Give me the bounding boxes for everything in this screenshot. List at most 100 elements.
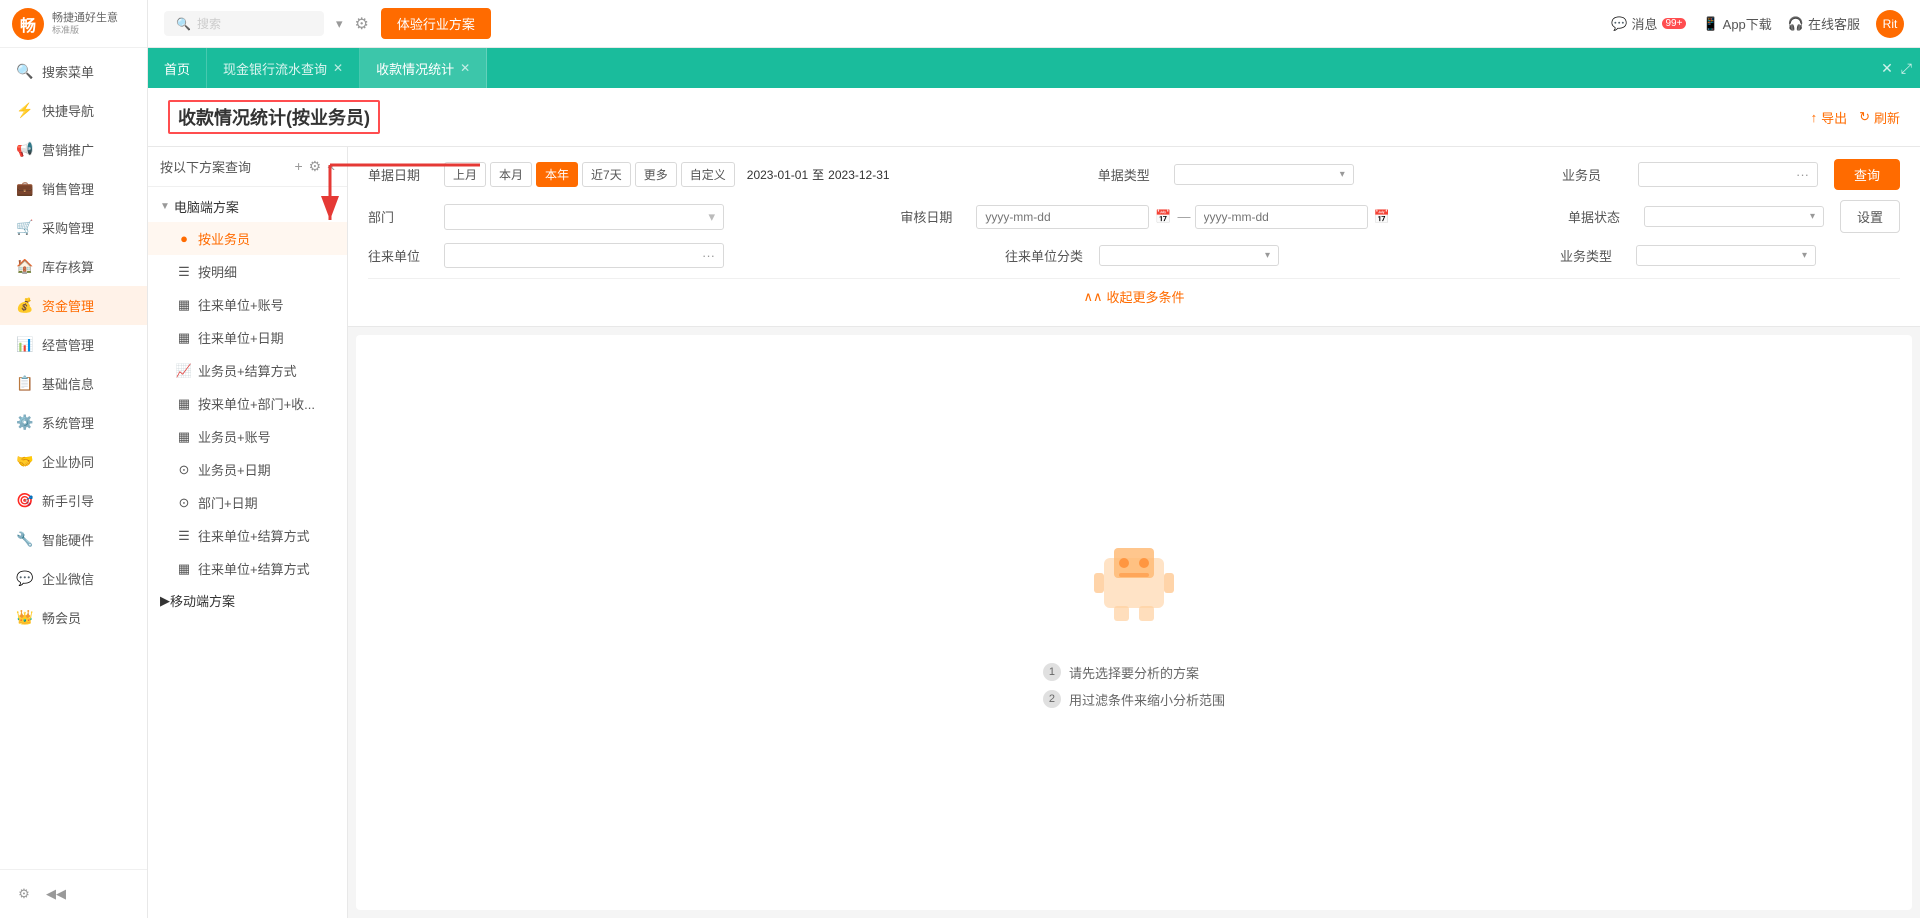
desktop-group-header[interactable]: ▼ 电脑端方案 [148, 191, 347, 222]
sidebar-item-operation[interactable]: 📊 经营管理 [0, 325, 147, 364]
mobile-group-header[interactable]: ▶ 移动端方案 [148, 585, 347, 616]
empty-state: 1 请先选择要分析的方案 2 用过滤条件来缩小分析范围 [356, 335, 1912, 910]
tab-bank[interactable]: 现金银行流水查询 ✕ [207, 48, 360, 88]
topbar-user-avatar[interactable]: Rit [1876, 10, 1904, 38]
hint-2: 2 用过滤条件来缩小分析范围 [1043, 690, 1225, 709]
topbar-message[interactable]: 💬 消息 99+ [1611, 14, 1686, 33]
date-btn-this-month[interactable]: 本月 [490, 162, 532, 187]
tab-close-bank[interactable]: ✕ [333, 62, 343, 74]
query-button[interactable]: 查询 [1834, 159, 1900, 190]
sidebar-item-finance[interactable]: 💰 资金管理 [0, 286, 147, 325]
tab-close-receipt[interactable]: ✕ [460, 62, 470, 74]
phone-icon: 📱 [1702, 16, 1718, 32]
biz-type-chevron [1802, 250, 1807, 261]
scheme-item-dept-date[interactable]: ⊙ 部门+日期 [148, 486, 347, 519]
topbar-right: 💬 消息 99+ 📱 App下载 🎧 在线客服 Rit [1611, 10, 1904, 38]
scheme-tree: ▼ 电脑端方案 ● 按业务员 ☰ 按明细 ▦ 往 [148, 187, 347, 620]
topbar-dropdown[interactable]: ▾ [336, 16, 343, 32]
doc-type-chevron [1340, 169, 1345, 180]
add-scheme-button[interactable]: + [294, 158, 302, 175]
tab-maximize[interactable]: ⤢ [1901, 60, 1912, 77]
sidebar-item-system[interactable]: ⚙️ 系统管理 [0, 403, 147, 442]
unit-more-icon[interactable]: ··· [702, 248, 715, 263]
sidebar-item-search[interactable]: 🔍 搜索菜单 [0, 52, 147, 91]
sidebar-item-warehouse[interactable]: 🏠 库存核算 [0, 247, 147, 286]
scheme-item-salesman-account[interactable]: ▦ 业务员+账号 [148, 420, 347, 453]
date-btn-7days[interactable]: 近7天 [582, 162, 631, 187]
sidebar-item-vip[interactable]: 👑 畅会员 [0, 598, 147, 637]
refresh-icon: ↻ [1859, 109, 1870, 125]
sidebar-footer: ⚙ ◀◀ [0, 869, 147, 918]
scheme-item-by-salesman[interactable]: ● 按业务员 [148, 222, 347, 255]
tab-home[interactable]: 首页 [148, 48, 207, 88]
biz-type-select[interactable] [1636, 245, 1816, 266]
clock2-icon: ⊙ [176, 495, 192, 511]
salesman-more-icon[interactable]: ··· [1796, 167, 1809, 182]
audit-date-to[interactable] [1195, 205, 1368, 229]
scheme-item-unit-date[interactable]: ▦ 往来单位+日期 [148, 321, 347, 354]
export-button[interactable]: ↑ 导出 [1811, 108, 1848, 127]
collapse-filter-bar[interactable]: ∧∧ 收起更多条件 [368, 278, 1900, 314]
dept-select[interactable] [444, 204, 724, 230]
scheme-item-salesman-date[interactable]: ⊙ 业务员+日期 [148, 453, 347, 486]
clock-icon: ⊙ [176, 462, 192, 478]
scheme-item-unit-dept[interactable]: ▦ 按来单位+部门+收... [148, 387, 347, 420]
refresh-button[interactable]: ↻ 刷新 [1859, 108, 1900, 127]
enterprise-icon: 🤝 [16, 453, 34, 471]
trial-button[interactable]: 体验行业方案 [381, 8, 491, 39]
unit-select[interactable]: ··· [444, 243, 724, 268]
sidebar-settings-icon[interactable]: ⚙ [12, 882, 36, 906]
sidebar-item-wechat[interactable]: 💬 企业微信 [0, 559, 147, 598]
sidebar-item-hardware[interactable]: 🔧 智能硬件 [0, 520, 147, 559]
page-title: 收款情况统计(按业务员) [168, 100, 380, 134]
sidebar-collapse-icon[interactable]: ◀◀ [44, 882, 68, 906]
scheme-settings-icon[interactable]: ⚙ [309, 158, 322, 175]
topbar-service[interactable]: 🎧 在线客服 [1788, 14, 1860, 33]
topbar-search[interactable]: 🔍 搜索 [164, 11, 324, 36]
scheme-item-unit-account[interactable]: ▦ 往来单位+账号 [148, 288, 347, 321]
topbar-settings-icon[interactable]: ⚙ [355, 14, 369, 34]
scheme-item-salesman-settlement[interactable]: 📈 业务员+结算方式 [148, 354, 347, 387]
date-btn-more[interactable]: 更多 [635, 162, 677, 187]
dept-chevron [708, 209, 715, 225]
basic-icon: 📋 [16, 375, 34, 393]
hardware-icon: 🔧 [16, 531, 34, 549]
sidebar-item-guide[interactable]: 🎯 新手引导 [0, 481, 147, 520]
audit-date-from[interactable] [976, 205, 1149, 229]
date-btn-custom[interactable]: 自定义 [681, 162, 735, 187]
scheme-item-by-detail[interactable]: ☰ 按明细 [148, 255, 347, 288]
unit-category-select[interactable] [1099, 245, 1279, 266]
tab-close-all[interactable]: ✕ [1881, 60, 1893, 77]
sidebar-item-purchase[interactable]: 🛒 采购管理 [0, 208, 147, 247]
sidebar-item-marketing[interactable]: 📢 营销推广 [0, 130, 147, 169]
salesman-select[interactable]: ··· [1638, 162, 1818, 187]
table4-icon: ▦ [176, 429, 192, 445]
settings-button[interactable]: 设置 [1840, 200, 1900, 233]
empty-illustration [1084, 528, 1184, 628]
sales-icon: 💼 [16, 180, 34, 198]
cal-icon-to: 📅 [1374, 209, 1390, 225]
doc-type-label: 单据类型 [1098, 165, 1158, 184]
left-panel-header: 按以下方案查询 + ⚙ « [148, 147, 347, 187]
doc-type-select[interactable] [1174, 164, 1354, 185]
doc-status-select[interactable] [1644, 206, 1824, 227]
date-btn-last-month[interactable]: 上月 [444, 162, 486, 187]
finance-icon: 💰 [16, 297, 34, 315]
sidebar-item-sales[interactable]: 💼 销售管理 [0, 169, 147, 208]
export-icon: ↑ [1811, 110, 1818, 125]
tab-receipt[interactable]: 收款情况统计 ✕ [360, 48, 487, 88]
sidebar-item-enterprise[interactable]: 🤝 企业协同 [0, 442, 147, 481]
scheme-item-unit-settlement1[interactable]: ☰ 往来单位+结算方式 [148, 519, 347, 552]
chart-icon: 📈 [176, 363, 192, 379]
system-icon: ⚙️ [16, 414, 34, 432]
collapse-panel-icon[interactable]: « [327, 158, 335, 175]
sidebar-item-basic[interactable]: 📋 基础信息 [0, 364, 147, 403]
sidebar-item-quicknav[interactable]: ⚡ 快捷导航 [0, 91, 147, 130]
cal-icon-from: 📅 [1155, 209, 1171, 225]
desktop-scheme-group: ▼ 电脑端方案 ● 按业务员 ☰ 按明细 ▦ 往 [148, 191, 347, 585]
warehouse-icon: 🏠 [16, 258, 34, 276]
topbar-app-download[interactable]: 📱 App下载 [1702, 14, 1771, 33]
date-btn-this-year[interactable]: 本年 [536, 162, 578, 187]
operation-icon: 📊 [16, 336, 34, 354]
scheme-item-unit-settlement2[interactable]: ▦ 往来单位+结算方式 [148, 552, 347, 585]
